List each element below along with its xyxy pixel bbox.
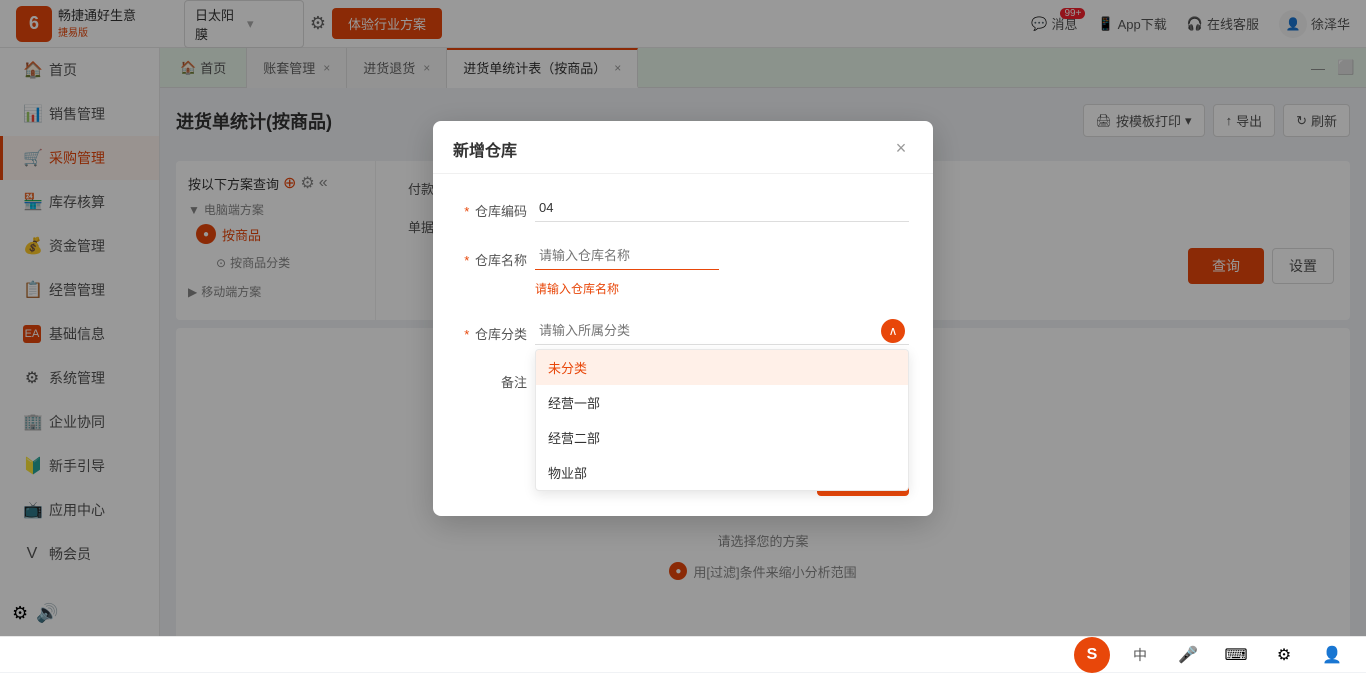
category-dropdown: 未分类 经营一部 经营二部 物业部: [535, 349, 909, 491]
dropdown-item-2[interactable]: 经营二部: [536, 420, 908, 455]
code-label: * 仓库编码: [457, 194, 527, 220]
required-star: *: [464, 204, 469, 219]
modal-dialog: 新增仓库 × * 仓库编码 * 仓库名称: [433, 121, 933, 516]
dropdown-item-0[interactable]: 未分类: [536, 350, 908, 385]
required-star-category: *: [464, 327, 469, 342]
modal-header: 新增仓库 ×: [433, 121, 933, 174]
required-star-name: *: [464, 253, 469, 268]
note-label: 备注: [457, 365, 527, 391]
modal-close-button[interactable]: ×: [889, 137, 913, 161]
bottom-bar: S 中 🎤 ⌨ ⚙ 👤: [0, 636, 1366, 672]
user-bottom-icon[interactable]: 👤: [1314, 637, 1350, 673]
note-label-text: 备注: [501, 375, 527, 390]
mic-icon[interactable]: 🎤: [1170, 637, 1206, 673]
code-input[interactable]: [535, 194, 909, 222]
keyboard-icon[interactable]: ⌨: [1218, 637, 1254, 673]
form-row-code: * 仓库编码: [457, 194, 909, 222]
name-label: * 仓库名称: [457, 243, 527, 269]
category-input[interactable]: [535, 317, 909, 345]
dropdown-item-3[interactable]: 物业部: [536, 455, 908, 490]
form-row-category: * 仓库分类 ∧ 未分类 经营一部 经营二部 物业部: [457, 317, 909, 345]
category-arrow-button[interactable]: ∧: [881, 319, 905, 343]
modal-title: 新增仓库: [453, 137, 517, 161]
category-label: * 仓库分类: [457, 317, 527, 343]
modal-overlay: 新增仓库 × * 仓库编码 * 仓库名称: [0, 0, 1366, 636]
modal-body: * 仓库编码 * 仓库名称 请输入仓库名称: [433, 174, 933, 448]
form-row-name: * 仓库名称 请输入仓库名称: [457, 242, 909, 297]
category-select-wrapper: ∧ 未分类 经营一部 经营二部 物业部: [535, 317, 909, 345]
category-label-text: 仓库分类: [475, 327, 527, 342]
s-logo: S: [1074, 637, 1110, 673]
gear-bottom-icon[interactable]: ⚙: [1266, 637, 1302, 673]
zh-label[interactable]: 中: [1122, 637, 1158, 673]
dropdown-item-1[interactable]: 经营一部: [536, 385, 908, 420]
name-label-text: 仓库名称: [475, 253, 527, 268]
name-input[interactable]: [535, 242, 719, 270]
code-label-text: 仓库编码: [475, 204, 527, 219]
name-error-message: 请输入仓库名称: [535, 280, 619, 297]
